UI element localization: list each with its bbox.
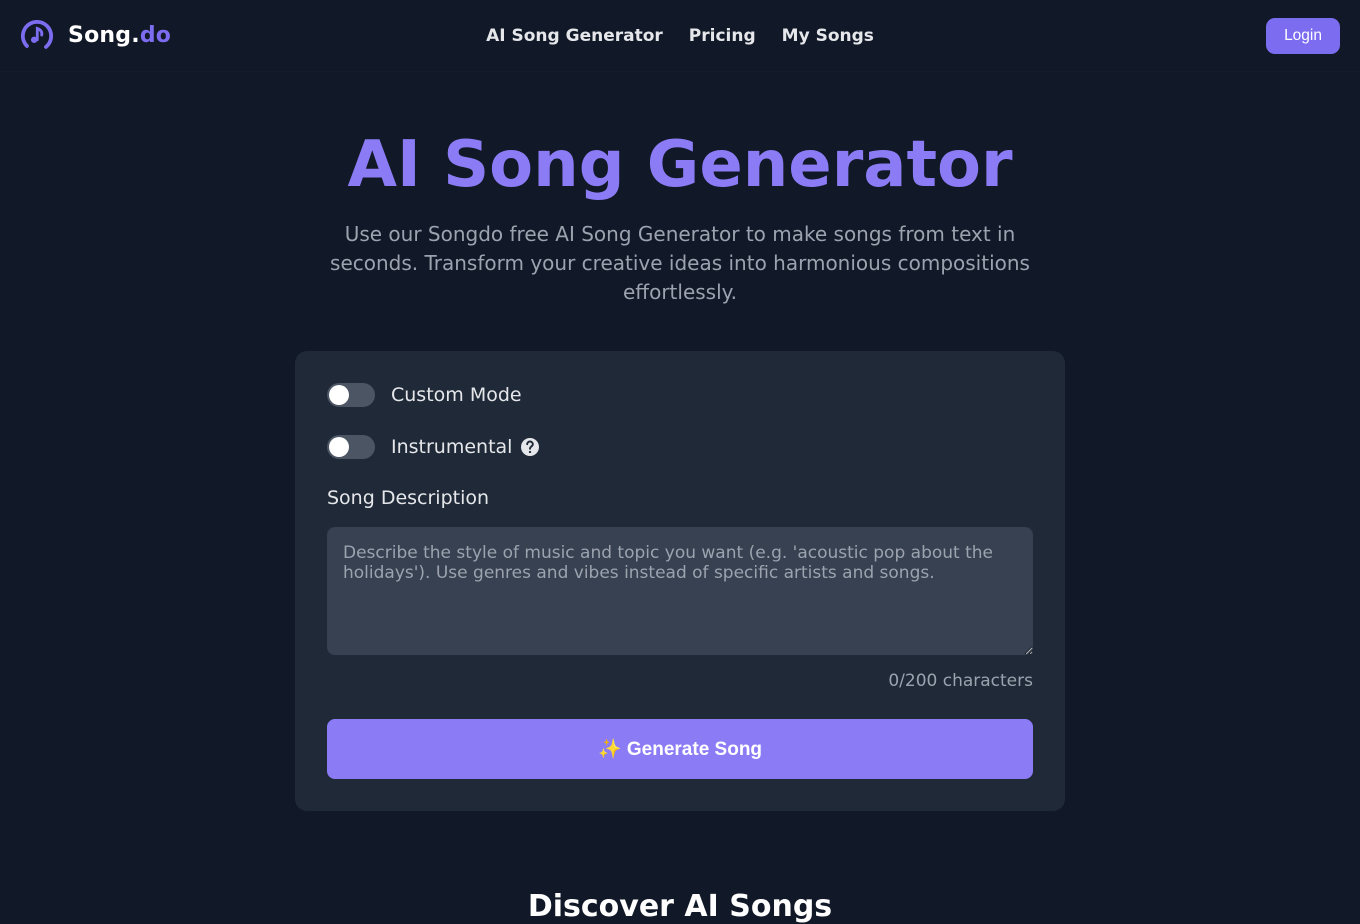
toggle-knob [329, 385, 349, 405]
page-subtitle: Use our Songdo free AI Song Generator to… [300, 220, 1060, 307]
generate-song-button[interactable]: ✨ Generate Song [327, 719, 1033, 779]
generator-card: Custom Mode Instrumental Song Descriptio… [295, 351, 1065, 811]
header: Song.do AI Song Generator Pricing My Son… [0, 0, 1360, 72]
custom-mode-row: Custom Mode [327, 383, 1033, 407]
character-count: 0/200 characters [327, 671, 1033, 691]
nav-my-songs[interactable]: My Songs [782, 26, 874, 46]
toggle-knob [329, 437, 349, 457]
instrumental-toggle[interactable] [327, 435, 375, 459]
discover-title: Discover AI Songs [0, 889, 1360, 924]
brand-text: Song.do [68, 23, 171, 48]
nav-pricing[interactable]: Pricing [689, 26, 756, 46]
music-note-icon [20, 19, 54, 53]
brand[interactable]: Song.do [20, 19, 171, 53]
song-description-input[interactable] [327, 527, 1033, 655]
custom-mode-toggle[interactable] [327, 383, 375, 407]
hero: AI Song Generator Use our Songdo free AI… [0, 72, 1360, 307]
main-nav: AI Song Generator Pricing My Songs [486, 26, 874, 46]
discover-section: Discover AI Songs [0, 889, 1360, 924]
page-title: AI Song Generator [16, 128, 1344, 202]
instrumental-row: Instrumental [327, 435, 1033, 459]
nav-ai-song-generator[interactable]: AI Song Generator [486, 26, 663, 46]
custom-mode-label: Custom Mode [391, 384, 522, 406]
song-description-label: Song Description [327, 487, 1033, 509]
login-button[interactable]: Login [1266, 18, 1340, 54]
instrumental-label: Instrumental [391, 436, 540, 458]
help-icon[interactable] [520, 437, 540, 457]
